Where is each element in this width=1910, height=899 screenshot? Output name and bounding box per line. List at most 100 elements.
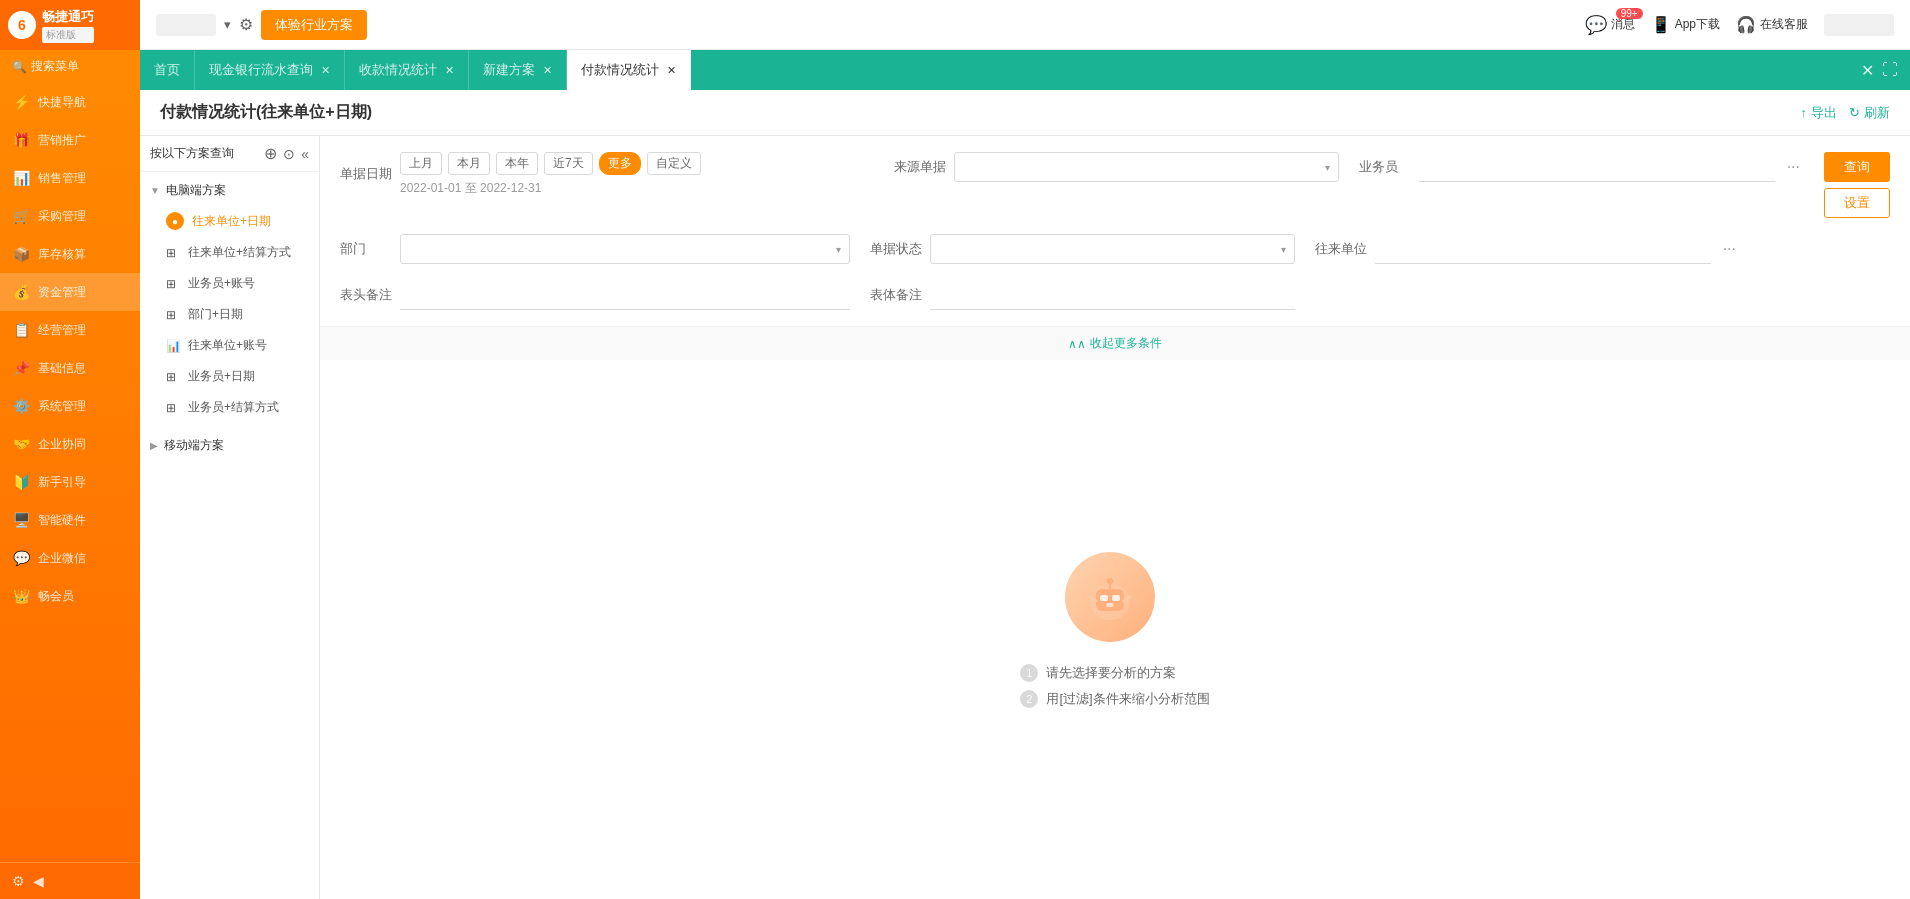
- bodynote-input[interactable]: [930, 280, 1295, 310]
- messages-btn[interactable]: 💬 消息 99+: [1585, 14, 1635, 36]
- refresh-btn[interactable]: ↻ 刷新: [1849, 104, 1890, 122]
- sidebar-item-marketing[interactable]: 🎁 营销推广: [0, 121, 140, 159]
- base-info-icon: 📌: [12, 359, 30, 377]
- filter-form: 单据日期 上月 本月 本年 近7天 更多 自定义: [320, 136, 1910, 326]
- date-btn-last-month[interactable]: 上月: [400, 152, 442, 175]
- svg-rect-3: [1112, 595, 1120, 601]
- scheme-desktop-header[interactable]: ▼ 电脑端方案: [140, 176, 319, 205]
- empty-hint-1-text: 请先选择要分析的方案: [1046, 664, 1176, 682]
- sidebar-search[interactable]: 🔍 搜索菜单: [0, 50, 140, 83]
- sidebar-item-shortcut-nav[interactable]: ⚡ 快捷导航: [0, 83, 140, 121]
- sidebar-item-purchase[interactable]: 🛒 采购管理: [0, 197, 140, 235]
- settings-btn[interactable]: 设置: [1824, 188, 1890, 218]
- source-select[interactable]: ▾: [954, 152, 1339, 182]
- sidebar-item-label: 企业协同: [38, 436, 86, 453]
- tab-receipt-stats[interactable]: 收款情况统计 ✕: [345, 50, 469, 90]
- settings-footer-icon[interactable]: ⚙: [12, 873, 25, 889]
- headernote-input[interactable]: [400, 280, 850, 310]
- app-download-btn[interactable]: 📱 App下载: [1651, 15, 1720, 34]
- sidebar-search-label: 搜索菜单: [31, 58, 79, 75]
- tab-receipt-stats-close[interactable]: ✕: [445, 64, 454, 77]
- scheme-item-dept-date[interactable]: ⊞ 部门+日期: [140, 299, 319, 330]
- online-service-btn[interactable]: 🎧 在线客服: [1736, 15, 1808, 34]
- partner-dots-icon[interactable]: ···: [1719, 240, 1740, 258]
- shortcut-nav-icon: ⚡: [12, 93, 30, 111]
- partner-input[interactable]: [1375, 234, 1711, 264]
- date-btn-this-year[interactable]: 本年: [496, 152, 538, 175]
- scheme-collapse-btn[interactable]: «: [301, 146, 309, 162]
- close-tab-icon[interactable]: ✕: [1861, 61, 1874, 80]
- trial-btn[interactable]: 体验行业方案: [261, 10, 367, 40]
- sidebar-item-system[interactable]: ⚙️ 系统管理: [0, 387, 140, 425]
- search-icon: 🔍: [12, 60, 27, 74]
- export-btn[interactable]: ↑ 导出: [1801, 104, 1838, 122]
- sidebar-item-member[interactable]: 👑 畅会员: [0, 577, 140, 615]
- scheme-mobile-header[interactable]: ▶ 移动端方案: [140, 431, 319, 460]
- filter-row-2: 部门 ▾ 单据状态 ▾: [340, 234, 1890, 264]
- sidebar-item-label: 新手引导: [38, 474, 86, 491]
- sidebar-item-guide[interactable]: 🔰 新手引导: [0, 463, 140, 501]
- scheme-add-btn[interactable]: ⊕: [264, 144, 277, 163]
- topbar-user-area[interactable]: [1824, 14, 1894, 36]
- sidebar-item-inventory[interactable]: 📦 库存核算: [0, 235, 140, 273]
- collapse-sidebar-icon[interactable]: ◀: [33, 873, 44, 889]
- sidebar-item-sales[interactable]: 📊 销售管理: [0, 159, 140, 197]
- scheme-item-partner-account[interactable]: 📊 往来单位+账号: [140, 330, 319, 361]
- date-range-input[interactable]: [400, 181, 874, 195]
- topbar-settings-icon[interactable]: ⚙: [239, 15, 253, 34]
- scheme-table-icon4: ⊞: [166, 370, 180, 384]
- marketing-icon: 🎁: [12, 131, 30, 149]
- topbar-user-avatar: [156, 14, 216, 36]
- empty-robot-icon: [1065, 552, 1155, 642]
- dept-label: 部门: [340, 240, 392, 258]
- tab-bank-flow[interactable]: 现金银行流水查询 ✕: [195, 50, 345, 90]
- scheme-item-partner-date[interactable]: ● 往来单位+日期: [140, 205, 319, 237]
- query-btn[interactable]: 查询: [1824, 152, 1890, 182]
- sidebar-item-enterprise[interactable]: 🤝 企业协同: [0, 425, 140, 463]
- scheme-item-partner-settle[interactable]: ⊞ 往来单位+结算方式: [140, 237, 319, 268]
- expand-tab-icon[interactable]: ⛶: [1882, 61, 1898, 79]
- scheme-item-staff-settle[interactable]: ⊞ 业务员+结算方式: [140, 392, 319, 423]
- bodynote-label: 表体备注: [870, 286, 922, 304]
- scheme-set-btn[interactable]: ⊙: [283, 146, 295, 162]
- date-btn-this-month[interactable]: 本月: [448, 152, 490, 175]
- date-btn-custom[interactable]: 自定义: [647, 152, 701, 175]
- filter-date-btns: 上月 本月 本年 近7天 更多 自定义: [400, 152, 874, 175]
- tabbar-actions: ✕ ⛶: [1849, 50, 1910, 90]
- sidebar-item-base-info[interactable]: 📌 基础信息: [0, 349, 140, 387]
- sidebar-item-hardware[interactable]: 🖥️ 智能硬件: [0, 501, 140, 539]
- tab-home[interactable]: 首页: [140, 50, 195, 90]
- empty-hint-1: 1 请先选择要分析的方案: [1020, 664, 1209, 682]
- sidebar-item-wechat[interactable]: 💬 企业微信: [0, 539, 140, 577]
- refresh-label: 刷新: [1864, 104, 1890, 122]
- scheme-item-staff-account[interactable]: ⊞ 业务员+账号: [140, 268, 319, 299]
- tab-new-scheme-close[interactable]: ✕: [543, 64, 552, 77]
- topbar-dropdown-icon[interactable]: ▾: [224, 17, 231, 32]
- collapse-label: 收起更多条件: [1090, 335, 1162, 352]
- scheme-toolbar-label: 按以下方案查询: [150, 145, 234, 162]
- sidebar-item-operations[interactable]: 📋 经营管理: [0, 311, 140, 349]
- dept-select[interactable]: ▾: [400, 234, 850, 264]
- filter-bodynote-field: 表体备注: [870, 280, 1295, 310]
- scheme-toolbar-btns: ⊕ ⊙ «: [264, 144, 309, 163]
- tab-bank-flow-label: 现金银行流水查询: [209, 61, 313, 79]
- scheme-item-label: 业务员+结算方式: [188, 399, 279, 416]
- date-btn-7days[interactable]: 近7天: [544, 152, 593, 175]
- sidebar-item-capital[interactable]: 💰 资金管理: [0, 273, 140, 311]
- date-btn-more[interactable]: 更多: [599, 152, 641, 175]
- sidebar-header: 6 畅捷通巧 标准版: [0, 0, 140, 50]
- docstatus-select[interactable]: ▾: [930, 234, 1295, 264]
- sidebar-item-label: 基础信息: [38, 360, 86, 377]
- topbar: ▾ ⚙ 体验行业方案 💬 消息 99+ 📱 App下载 🎧 在线客服: [140, 0, 1910, 50]
- tab-new-scheme[interactable]: 新建方案 ✕: [469, 50, 567, 90]
- tab-bank-flow-close[interactable]: ✕: [321, 64, 330, 77]
- tab-payment-stats-close[interactable]: ✕: [667, 64, 676, 77]
- staff-input[interactable]: [1419, 152, 1775, 182]
- collapse-bar[interactable]: ∧∧ 收起更多条件: [320, 326, 1910, 360]
- scheme-item-staff-date[interactable]: ⊞ 业务员+日期: [140, 361, 319, 392]
- empty-num-2: 2: [1020, 690, 1038, 708]
- filter-row-3: 表头备注 表体备注: [340, 280, 1890, 310]
- staff-dots-icon[interactable]: ···: [1783, 158, 1804, 176]
- tab-payment-stats[interactable]: 付款情况统计 ✕: [567, 50, 691, 90]
- scheme-toolbar: 按以下方案查询 ⊕ ⊙ «: [140, 136, 319, 172]
